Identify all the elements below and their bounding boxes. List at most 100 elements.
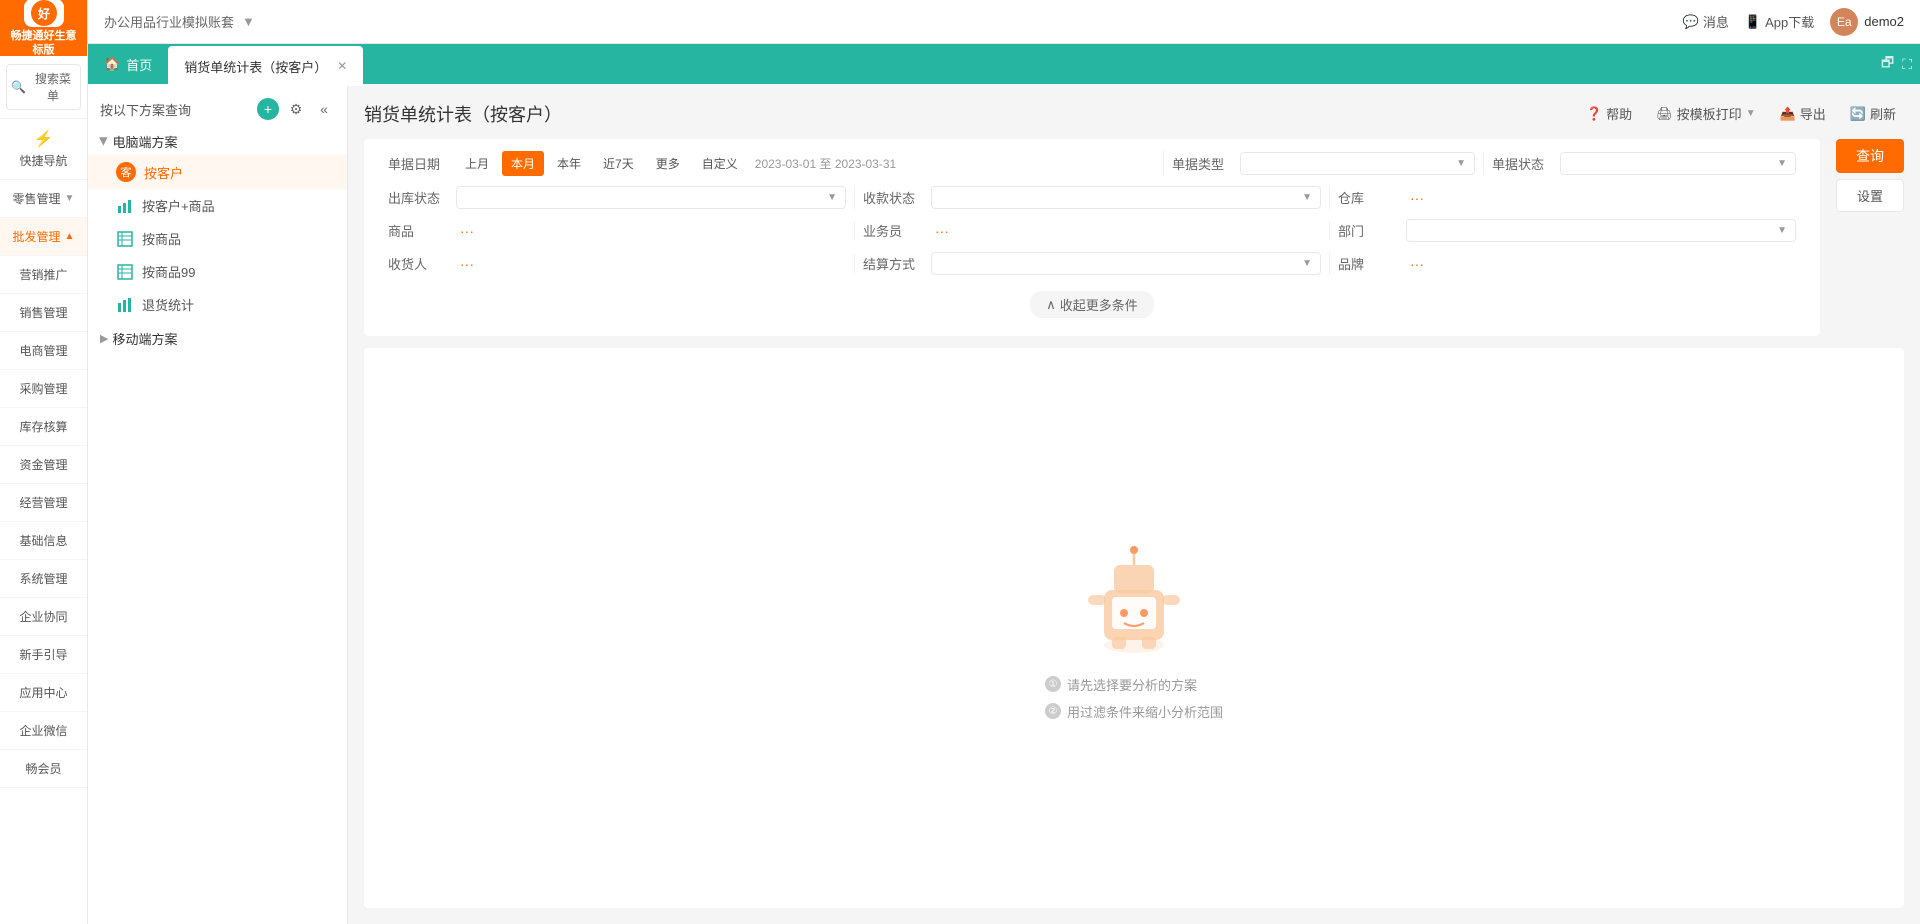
message-label: 消息	[1703, 12, 1729, 31]
message-button[interactable]: 💬 消息	[1683, 12, 1729, 31]
scheme-icon-chart	[116, 197, 134, 215]
settlement-select[interactable]: ▼	[931, 252, 1321, 275]
export-button[interactable]: 📤 导出	[1772, 100, 1834, 127]
query-buttons: 查询 设置	[1836, 139, 1904, 212]
chevron-down-icon: ▼	[65, 193, 75, 204]
search-label: 搜索菜单	[30, 70, 76, 104]
sidebar-item-label: 零售管理	[13, 190, 61, 207]
search-icon: 🔍	[11, 80, 26, 94]
sidebar-item-retail[interactable]: 零售管理 ▼	[0, 180, 87, 218]
logo-icon: 好	[30, 0, 58, 27]
user-area[interactable]: Ea demo2	[1830, 8, 1904, 36]
bill-type-label: 单据类型	[1172, 154, 1232, 173]
mobile-group-header[interactable]: ▶ 移动端方案	[88, 325, 347, 352]
sidebar-item-enterprise[interactable]: 企业协同	[0, 598, 87, 636]
app-logo: 好 畅捷通好生意 标版	[0, 0, 87, 56]
tab-sales-stats[interactable]: 销货单统计表（按客户） ✕	[168, 46, 363, 86]
collapse-button[interactable]: ∧ 收起更多条件	[1030, 291, 1154, 318]
settings-scheme-button[interactable]: ⚙	[285, 98, 307, 120]
scheme-icon-table2	[116, 263, 134, 281]
tip-num-2: ②	[1045, 703, 1061, 719]
goods-control: ···	[456, 223, 846, 239]
sidebar-item-ecommerce[interactable]: 电商管理	[0, 332, 87, 370]
mobile-group-arrow: ▶	[100, 332, 108, 345]
date-btn-last-7[interactable]: 近7天	[594, 151, 643, 176]
brand-dots[interactable]: ···	[1406, 256, 1428, 272]
avatar: Ea	[1830, 8, 1858, 36]
date-btn-this-year[interactable]: 本年	[548, 151, 590, 176]
sidebar-item-finance[interactable]: 资金管理	[0, 446, 87, 484]
refresh-icon: 🔄	[1850, 106, 1866, 122]
date-btn-custom[interactable]: 自定义	[693, 151, 747, 176]
warehouse-label: 仓库	[1338, 188, 1398, 207]
help-label: 帮助	[1606, 104, 1632, 123]
receiver-dots[interactable]: ···	[456, 256, 478, 272]
bill-status-label: 单据状态	[1492, 154, 1552, 173]
page-title-row: 销货单统计表（按客户） ❓ 帮助 🖨 按模板打印 ▼ 📤 导出	[364, 100, 1904, 127]
desktop-group-header[interactable]: ▶ 电脑端方案	[88, 128, 347, 155]
receiver-control: ···	[456, 256, 846, 272]
help-button[interactable]: ❓ 帮助	[1578, 100, 1640, 127]
date-btn-last-month[interactable]: 上月	[456, 151, 498, 176]
bill-status-select[interactable]: ▼	[1560, 152, 1796, 175]
desktop-scheme-group: ▶ 电脑端方案 客 按客户 按客户+商品	[88, 128, 347, 321]
tab-home[interactable]: 🏠 首页	[88, 44, 168, 84]
industry-breadcrumb: 办公用品行业模拟账套	[104, 12, 234, 31]
sidebar-item-label: 快捷导航	[19, 152, 67, 169]
bill-type-select[interactable]: ▼	[1240, 152, 1475, 175]
sidebar-item-quick[interactable]: ⚡ 快捷导航	[0, 119, 87, 180]
warehouse-control: ···	[1406, 190, 1796, 206]
scheme-item-return-stats[interactable]: 退货统计	[88, 288, 347, 321]
sidebar-item-label: 基础信息	[19, 532, 67, 549]
collapse-panel-button[interactable]: «	[313, 98, 335, 120]
sidebar-item-operations[interactable]: 经营管理	[0, 484, 87, 522]
add-scheme-button[interactable]: +	[257, 98, 279, 120]
sidebar-item-label: 批发管理	[13, 228, 61, 245]
sidebar-item-label: 库存核算	[19, 418, 67, 435]
collapse-icon: ∧	[1046, 297, 1056, 313]
salesperson-dots[interactable]: ···	[931, 223, 953, 239]
search-menu-button[interactable]: 🔍 搜索菜单	[6, 64, 81, 110]
sidebar-item-inventory[interactable]: 库存核算	[0, 408, 87, 446]
sidebar-item-member[interactable]: 畅会员	[0, 750, 87, 788]
tab-fullscreen-icon[interactable]: ⛶	[1902, 56, 1912, 73]
print-button[interactable]: 🖨 按模板打印 ▼	[1648, 100, 1763, 127]
tip-num-1: ①	[1045, 676, 1061, 692]
query-button[interactable]: 查询	[1836, 139, 1904, 173]
filter-item-receiver: 收货人 ···	[380, 254, 855, 273]
sidebar-item-newbie[interactable]: 新手引导	[0, 636, 87, 674]
tab-sales-stats-label: 销货单统计表（按客户）	[184, 57, 327, 76]
sidebar-item-purchase[interactable]: 采购管理	[0, 370, 87, 408]
collect-status-select[interactable]: ▼	[931, 186, 1321, 209]
refresh-button[interactable]: 🔄 刷新	[1842, 100, 1904, 127]
brand-label: 品牌	[1338, 254, 1398, 273]
brand-control: ···	[1406, 256, 1796, 272]
sidebar-item-appcenter[interactable]: 应用中心	[0, 674, 87, 712]
out-status-select[interactable]: ▼	[456, 186, 846, 209]
goods-label: 商品	[388, 221, 448, 240]
tab-close-button[interactable]: ✕	[337, 59, 347, 73]
date-btn-this-month[interactable]: 本月	[502, 151, 544, 176]
settings-button[interactable]: 设置	[1836, 179, 1904, 212]
warehouse-dots[interactable]: ···	[1406, 190, 1428, 206]
date-btn-more[interactable]: 更多	[647, 151, 689, 176]
sidebar-search-area[interactable]: 🔍 搜索菜单	[0, 56, 87, 119]
tab-minimize-icon[interactable]: 🗗	[1881, 52, 1894, 76]
sidebar-item-sales[interactable]: 销售管理	[0, 294, 87, 332]
scheme-item-by-goods-99[interactable]: 按商品99	[88, 255, 347, 288]
collect-status-label: 收款状态	[863, 188, 923, 207]
app-download-button[interactable]: 📱 App下载	[1745, 12, 1814, 31]
goods-dots[interactable]: ···	[456, 223, 478, 239]
scheme-item-by-goods[interactable]: 按商品	[88, 222, 347, 255]
department-select[interactable]: ▼	[1406, 219, 1796, 242]
help-icon: ❓	[1586, 106, 1602, 122]
quick-nav-icon: ⚡	[34, 129, 54, 149]
scheme-item-by-customer-goods[interactable]: 按客户+商品	[88, 189, 347, 222]
sidebar-item-wholesale[interactable]: 批发管理 ▲	[0, 218, 87, 256]
sidebar-item-label: 应用中心	[19, 684, 67, 701]
sidebar-item-basic[interactable]: 基础信息	[0, 522, 87, 560]
scheme-item-by-customer[interactable]: 客 按客户	[88, 155, 347, 189]
sidebar-item-wechat[interactable]: 企业微信	[0, 712, 87, 750]
sidebar-item-marketing[interactable]: 营销推广	[0, 256, 87, 294]
sidebar-item-system[interactable]: 系统管理	[0, 560, 87, 598]
